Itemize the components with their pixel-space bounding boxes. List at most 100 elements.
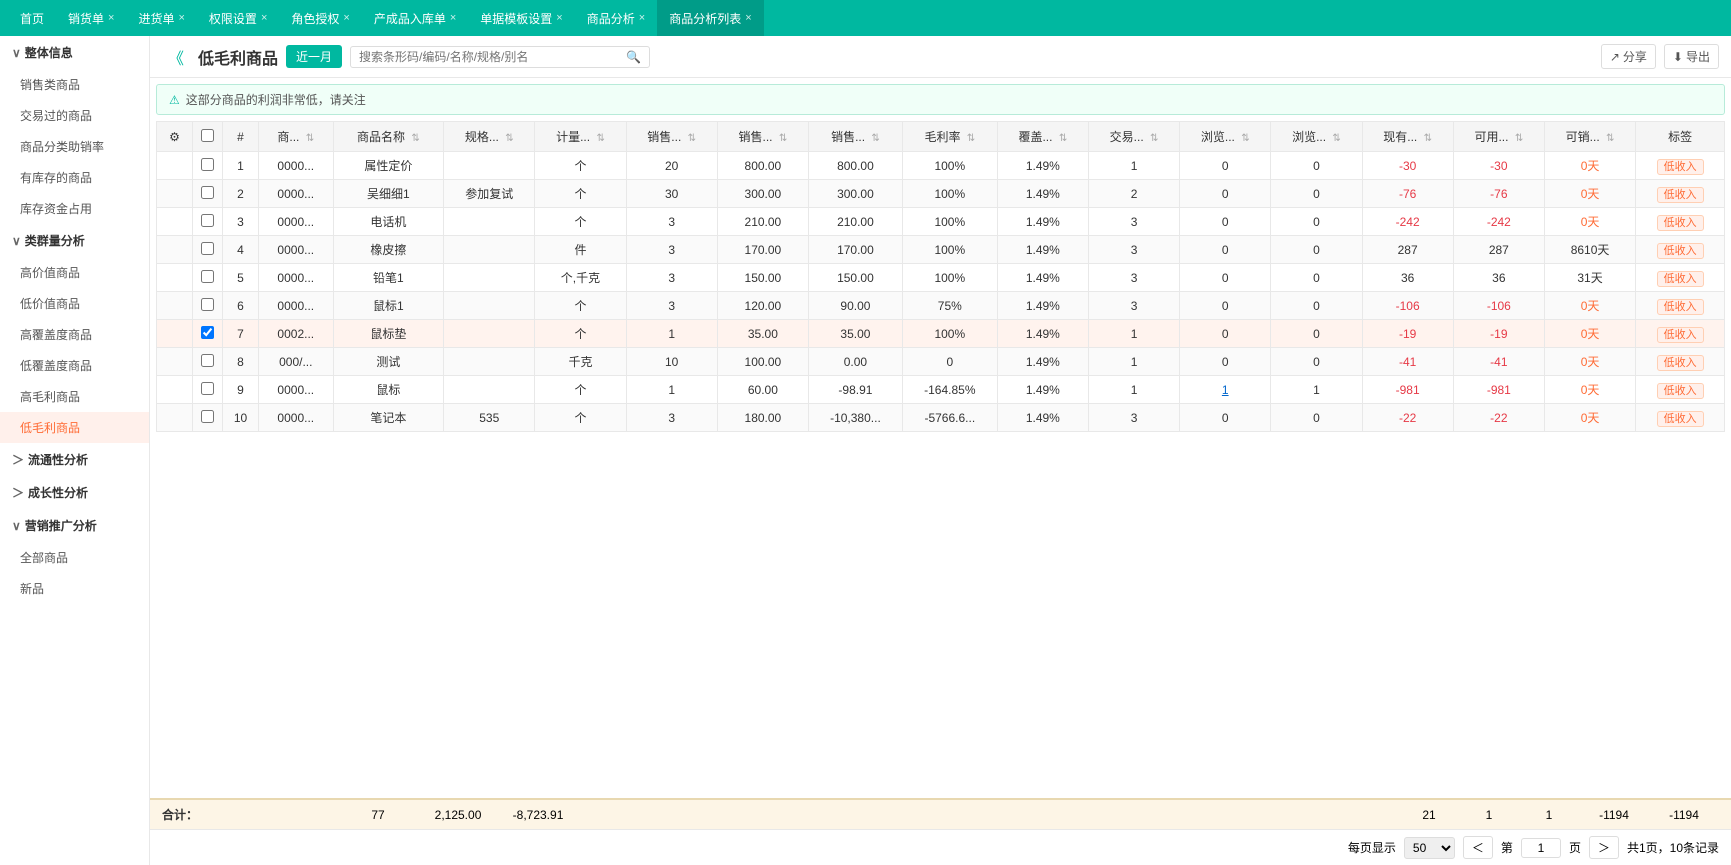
sidebar-group-marketing[interactable]: ∨ 营销推广分析	[0, 509, 149, 542]
nav-product-analysis-list[interactable]: 商品分析列表 ×	[657, 0, 763, 36]
col-checkbox-cell[interactable]	[193, 292, 223, 320]
col-browse1-cell[interactable]: 1	[1180, 376, 1271, 404]
nav-product-analysis[interactable]: 商品分析 ×	[575, 0, 657, 36]
select-all-checkbox[interactable]	[201, 129, 214, 142]
close-icon[interactable]: ×	[450, 12, 456, 24]
col-sales-price[interactable]: 销售... ⇅	[717, 122, 808, 152]
col-checkbox-cell[interactable]	[193, 404, 223, 432]
row-checkbox[interactable]	[201, 242, 214, 255]
sidebar-item-high-value[interactable]: 高价值商品	[0, 257, 149, 288]
row-checkbox[interactable]	[201, 214, 214, 227]
col-gross-rate[interactable]: 毛利率 ⇅	[902, 122, 997, 152]
col-code[interactable]: 商... ⇅	[259, 122, 334, 152]
col-current-stock[interactable]: 现有... ⇅	[1362, 122, 1453, 152]
sidebar-item-high-margin[interactable]: 高毛利商品	[0, 381, 149, 412]
sort-icon[interactable]: ⇅	[779, 133, 787, 144]
sidebar-group-cluster[interactable]: ∨ 类群量分析	[0, 224, 149, 257]
close-icon[interactable]: ×	[745, 12, 751, 24]
nav-sales-order[interactable]: 销货单 ×	[56, 0, 126, 36]
nav-template-settings[interactable]: 单据模板设置 ×	[468, 0, 574, 36]
sidebar-item-low-coverage[interactable]: 低覆盖度商品	[0, 350, 149, 381]
col-checkbox-cell[interactable]	[193, 376, 223, 404]
sort-icon[interactable]: ⇅	[688, 133, 696, 144]
sort-icon[interactable]: ⇅	[306, 133, 314, 144]
sidebar-group-growth[interactable]: ＞ 成长性分析	[0, 476, 149, 509]
col-spec[interactable]: 规格... ⇅	[444, 122, 535, 152]
row-checkbox[interactable]	[201, 354, 214, 367]
sort-icon[interactable]: ⇅	[596, 133, 604, 144]
close-icon[interactable]: ×	[108, 12, 114, 24]
col-available[interactable]: 可用... ⇅	[1453, 122, 1544, 152]
sort-icon[interactable]: ⇅	[1150, 133, 1158, 144]
search-icon[interactable]: 🔍	[626, 50, 641, 64]
row-checkbox[interactable]	[201, 382, 214, 395]
col-checkbox-cell[interactable]	[193, 264, 223, 292]
collapse-sidebar-button[interactable]: 《	[162, 45, 190, 69]
close-icon[interactable]: ×	[178, 12, 184, 24]
sort-icon[interactable]: ⇅	[1606, 133, 1614, 144]
col-sellable[interactable]: 可销... ⇅	[1544, 122, 1635, 152]
row-checkbox[interactable]	[201, 186, 214, 199]
col-checkbox-cell[interactable]	[193, 236, 223, 264]
sidebar-item-traded-products[interactable]: 交易过的商品	[0, 100, 149, 131]
nav-product-inbound[interactable]: 产成品入库单 ×	[362, 0, 468, 36]
sidebar-group-overall[interactable]: ∨ 整体信息	[0, 36, 149, 69]
nav-home[interactable]: 首页	[8, 0, 56, 36]
sort-icon[interactable]: ⇅	[1332, 133, 1340, 144]
col-sales-amount[interactable]: 销售... ⇅	[808, 122, 902, 152]
export-button[interactable]: ⬇ 导出	[1664, 44, 1719, 69]
sort-icon[interactable]: ⇅	[411, 133, 419, 144]
col-checkbox-cell[interactable]	[193, 152, 223, 180]
sort-icon[interactable]: ⇅	[505, 133, 513, 144]
sidebar-item-high-coverage[interactable]: 高覆盖度商品	[0, 319, 149, 350]
search-input[interactable]	[359, 50, 626, 64]
col-cover-rate[interactable]: 覆盖... ⇅	[997, 122, 1088, 152]
col-trade-count[interactable]: 交易... ⇅	[1088, 122, 1179, 152]
col-checkbox[interactable]	[193, 122, 223, 152]
row-checkbox[interactable]	[201, 270, 214, 283]
sort-icon[interactable]: ⇅	[1515, 133, 1523, 144]
col-checkbox-cell[interactable]	[193, 320, 223, 348]
prev-page-button[interactable]: ＜	[1463, 836, 1493, 859]
sidebar-item-low-margin[interactable]: 低毛利商品	[0, 412, 149, 443]
row-checkbox[interactable]	[201, 410, 214, 423]
col-checkbox-cell[interactable]	[193, 348, 223, 376]
col-unit[interactable]: 计量... ⇅	[535, 122, 626, 152]
close-icon[interactable]: ×	[261, 12, 267, 24]
col-settings[interactable]: ⚙	[157, 122, 193, 152]
sort-icon[interactable]: ⇅	[967, 133, 975, 144]
date-filter-button[interactable]: 近一月	[286, 45, 342, 68]
sidebar-item-category-sales-rate[interactable]: 商品分类助销率	[0, 131, 149, 162]
col-browse2[interactable]: 浏览... ⇅	[1271, 122, 1362, 152]
next-page-button[interactable]: ＞	[1589, 836, 1619, 859]
close-icon[interactable]: ×	[639, 12, 645, 24]
sidebar-item-inventory-capital[interactable]: 库存资金占用	[0, 193, 149, 224]
share-button[interactable]: ↗ 分享	[1601, 44, 1656, 69]
page-number-input[interactable]	[1521, 838, 1561, 858]
close-icon[interactable]: ×	[556, 12, 562, 24]
nav-permission-settings[interactable]: 权限设置 ×	[197, 0, 279, 36]
sidebar-item-stocked-products[interactable]: 有库存的商品	[0, 162, 149, 193]
sidebar-item-all-products[interactable]: 全部商品	[0, 542, 149, 573]
page-size-select[interactable]: 50 100	[1404, 837, 1455, 859]
sidebar-item-low-value[interactable]: 低价值商品	[0, 288, 149, 319]
nav-role-auth[interactable]: 角色授权 ×	[279, 0, 361, 36]
col-sales-qty[interactable]: 销售... ⇅	[626, 122, 717, 152]
sort-icon[interactable]: ⇅	[871, 133, 879, 144]
nav-purchase-order[interactable]: 进货单 ×	[126, 0, 196, 36]
row-checkbox[interactable]	[201, 326, 214, 339]
close-icon[interactable]: ×	[343, 12, 349, 24]
col-tag[interactable]: 标签	[1636, 122, 1725, 152]
sidebar-item-new-products[interactable]: 新品	[0, 573, 149, 604]
sort-icon[interactable]: ⇅	[1424, 133, 1432, 144]
sidebar-group-circulation[interactable]: ＞ 流通性分析	[0, 443, 149, 476]
sort-icon[interactable]: ⇅	[1059, 133, 1067, 144]
sidebar-item-sales-products[interactable]: 销售类商品	[0, 69, 149, 100]
row-checkbox[interactable]	[201, 298, 214, 311]
col-name[interactable]: 商品名称 ⇅	[333, 122, 444, 152]
sort-icon[interactable]: ⇅	[1241, 133, 1249, 144]
row-checkbox[interactable]	[201, 158, 214, 171]
col-checkbox-cell[interactable]	[193, 208, 223, 236]
settings-icon[interactable]: ⚙	[169, 130, 180, 144]
col-checkbox-cell[interactable]	[193, 180, 223, 208]
